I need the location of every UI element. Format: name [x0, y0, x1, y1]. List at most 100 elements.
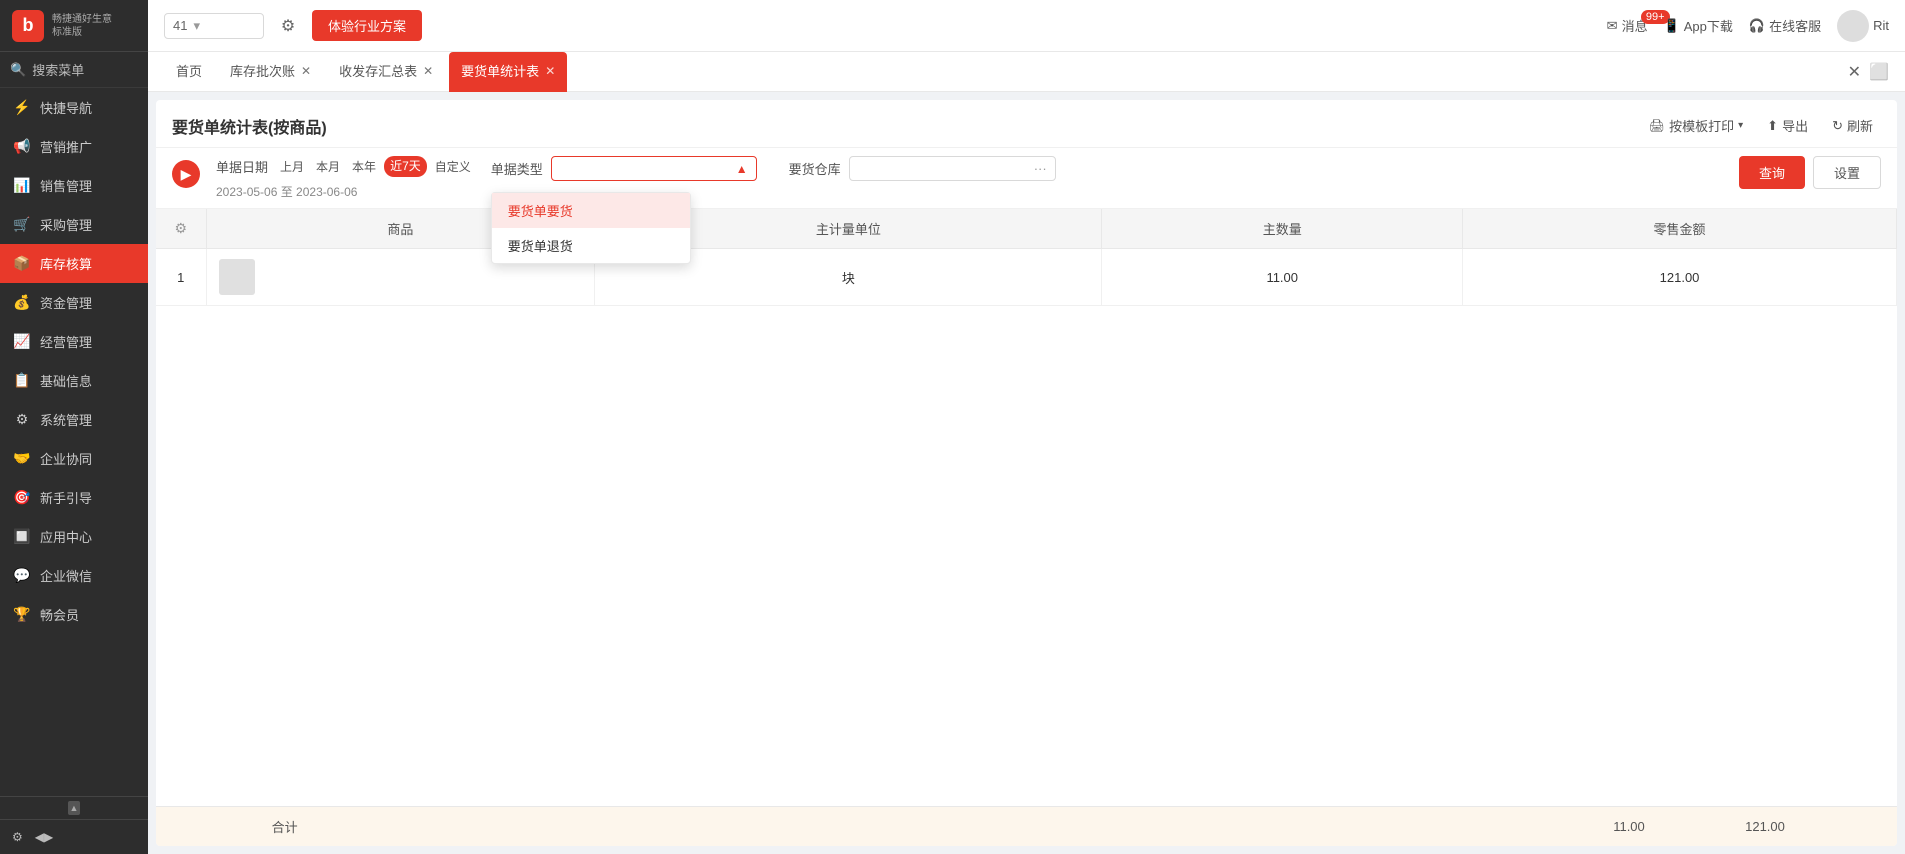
- setting-btn[interactable]: 设置: [1813, 156, 1881, 189]
- footer-amount: 121.00: [1705, 819, 1825, 834]
- sidebar-item-basic[interactable]: 📋 基础信息: [0, 361, 148, 400]
- warehouse-select-input[interactable]: ···: [849, 156, 1056, 181]
- tab-close-order-stats[interactable]: ✕: [545, 64, 555, 78]
- search-menu-btn[interactable]: 🔍 搜索菜单: [0, 52, 148, 88]
- sidebar-item-purchase[interactable]: 🛒采购管理: [0, 205, 148, 244]
- table-header: ⚙商品主计量单位主数量零售金额: [156, 209, 1897, 249]
- warehouse-input-field[interactable]: [858, 161, 1034, 176]
- data-table: ⚙商品主计量单位主数量零售金额 1 块 11.00 121.00: [156, 209, 1897, 306]
- date-btn-custom[interactable]: 自定义: [431, 156, 475, 177]
- filter-expand-btn[interactable]: ▶: [172, 160, 200, 188]
- tab-inventory-batch[interactable]: 库存批次账✕: [218, 52, 323, 92]
- online-service-icon: 🎧: [1749, 18, 1765, 34]
- sidebar-item-finance[interactable]: 💰 资金管理: [0, 283, 148, 322]
- date-label: 单据日期: [216, 157, 268, 176]
- nav-label-quick-nav: 快捷导航: [40, 98, 92, 117]
- tab-label-order-stats: 要货单统计表: [461, 61, 539, 80]
- close-tabs-btn[interactable]: ✕: [1848, 62, 1861, 82]
- header-gear-btn[interactable]: ⚙: [272, 10, 304, 42]
- tab-label-receivable-summary: 收发存汇总表: [339, 61, 417, 80]
- sidebar-item-marketing[interactable]: 📢营销推广: [0, 127, 148, 166]
- tab-home[interactable]: 首页: [164, 52, 214, 92]
- nav-icon-quick-nav: ⚡: [12, 99, 32, 116]
- table-body: 1 块 11.00 121.00: [156, 249, 1897, 306]
- page-actions: 🖨 按模板打印 ▾ ⬆ 导出 ↻ 刷新: [1641, 112, 1881, 139]
- print-dropdown-icon: ▾: [1738, 120, 1743, 131]
- sidebar-item-appstore[interactable]: 🔲应用中心: [0, 517, 148, 556]
- nav-icon-guide: 🎯: [12, 489, 32, 506]
- sidebar-scroll-up[interactable]: ▲: [68, 801, 80, 815]
- sidebar-item-system[interactable]: ⚙系统管理: [0, 400, 148, 439]
- app-download-btn[interactable]: 📱 App下载: [1664, 16, 1733, 35]
- messages-btn[interactable]: ✉ 消息 99+: [1607, 16, 1648, 35]
- nav-label-operation: 经营管理: [40, 332, 92, 351]
- column-settings-icon[interactable]: ⚙: [174, 220, 187, 236]
- dropdown-item-return[interactable]: 要货单退货: [492, 228, 690, 263]
- search-menu-label: 搜索菜单: [32, 60, 84, 79]
- footer-total-label: 合计: [272, 820, 298, 835]
- sidebar: b 畅捷通好生意 标准版 🔍 搜索菜单 ⚡快捷导航📢营销推广📊销售管理🛒采购管理…: [0, 0, 148, 854]
- user-avatar-area[interactable]: Rit: [1837, 10, 1889, 42]
- sidebar-item-inventory[interactable]: 📦库存核算: [0, 244, 148, 283]
- table-wrap: ⚙商品主计量单位主数量零售金额 1 块 11.00 121.00: [156, 209, 1897, 806]
- dropdown-item-request[interactable]: 要货单要货: [492, 193, 690, 228]
- date-quick-btns: 上月本月本年近7天自定义: [276, 156, 475, 177]
- date-btn-this-year[interactable]: 本年: [348, 156, 380, 177]
- sidebar-item-operation[interactable]: 📈经营管理: [0, 322, 148, 361]
- nav-label-basic: 基础信息: [40, 371, 92, 390]
- nav-label-inventory: 库存核算: [40, 254, 92, 273]
- nav-label-member: 畅会员: [40, 605, 79, 624]
- top-header: 41 ▾ ⚙ 体验行业方案 ✉ 消息 99+ 📱 App下载 🎧 在线客服 R: [148, 0, 1905, 52]
- main-area: 41 ▾ ⚙ 体验行业方案 ✉ 消息 99+ 📱 App下载 🎧 在线客服 R: [148, 0, 1905, 854]
- trial-btn[interactable]: 体验行业方案: [312, 10, 422, 41]
- sidebar-settings-btn[interactable]: ⚙: [12, 830, 23, 844]
- sidebar-item-quick-nav[interactable]: ⚡ 快捷导航: [0, 88, 148, 127]
- export-btn[interactable]: ⬆ 导出: [1759, 112, 1816, 139]
- sidebar-item-sales[interactable]: 📊销售管理: [0, 166, 148, 205]
- tab-close-inventory-batch[interactable]: ✕: [301, 64, 311, 78]
- sidebar-item-guide[interactable]: 🎯新手引导: [0, 478, 148, 517]
- query-btn[interactable]: 查询: [1739, 156, 1805, 189]
- nav-icon-wechat: 💬: [12, 567, 32, 584]
- print-btn[interactable]: 🖨 按模板打印 ▾: [1641, 112, 1752, 139]
- refresh-btn[interactable]: ↻ 刷新: [1824, 112, 1881, 139]
- table-row: 1 块 11.00 121.00: [156, 249, 1897, 306]
- header-right: ✉ 消息 99+ 📱 App下载 🎧 在线客服 Rit: [1607, 10, 1889, 42]
- type-input-field[interactable]: [560, 161, 736, 176]
- cell-qty-0: 11.00: [1102, 249, 1463, 306]
- sidebar-bottom: ⚙ ◀▶: [0, 819, 148, 854]
- version-dropdown-arrow: ▾: [193, 18, 200, 34]
- nav-icon-finance: 💰: [12, 294, 32, 311]
- maximize-btn[interactable]: ⬜: [1869, 62, 1889, 82]
- date-btn-last-7[interactable]: 近7天: [384, 156, 427, 177]
- version-selector[interactable]: 41 ▾: [164, 13, 264, 39]
- date-btn-last-month[interactable]: 上月: [276, 156, 308, 177]
- warehouse-label: 要货仓库: [789, 159, 841, 178]
- type-select-input[interactable]: ▲: [551, 156, 757, 181]
- table-footer: 合计 11.00 121.00: [156, 806, 1897, 846]
- online-service-btn[interactable]: 🎧 在线客服: [1749, 16, 1821, 35]
- app-download-label: App下载: [1684, 16, 1733, 35]
- nav-label-system: 系统管理: [40, 410, 92, 429]
- nav-icon-basic: 📋: [12, 372, 32, 389]
- search-icon: 🔍: [10, 62, 26, 78]
- version-text: 41: [173, 18, 187, 33]
- type-label: 单据类型: [491, 159, 543, 178]
- col-row-num: ⚙: [156, 209, 206, 249]
- tab-close-receivable-summary[interactable]: ✕: [423, 64, 433, 78]
- sidebar-collapse-btn[interactable]: ◀▶: [35, 830, 53, 844]
- sidebar-item-cooperation[interactable]: 🤝企业协同: [0, 439, 148, 478]
- tab-receivable-summary[interactable]: 收发存汇总表 ✕: [327, 52, 445, 92]
- nav-label-finance: 资金管理: [40, 293, 92, 312]
- cell-amount-0: 121.00: [1463, 249, 1897, 306]
- sidebar-item-member[interactable]: 🏆畅会员: [0, 595, 148, 634]
- date-range-text: 2023-05-06 至 2023-06-06: [216, 183, 475, 200]
- page-title-bar: 要货单统计表(按商品) 🖨 按模板打印 ▾ ⬆ 导出 ↻ 刷新: [156, 100, 1897, 148]
- sidebar-item-wechat[interactable]: 💬企业微信: [0, 556, 148, 595]
- tab-order-stats[interactable]: 要货单统计表 ✕: [449, 52, 567, 92]
- footer-label-cell: 合计: [168, 817, 368, 836]
- date-btn-this-month[interactable]: 本月: [312, 156, 344, 177]
- tabs-end: ✕ ⬜: [1848, 62, 1889, 82]
- nav-label-cooperation: 企业协同: [40, 449, 92, 468]
- logo-icon: b: [12, 10, 44, 42]
